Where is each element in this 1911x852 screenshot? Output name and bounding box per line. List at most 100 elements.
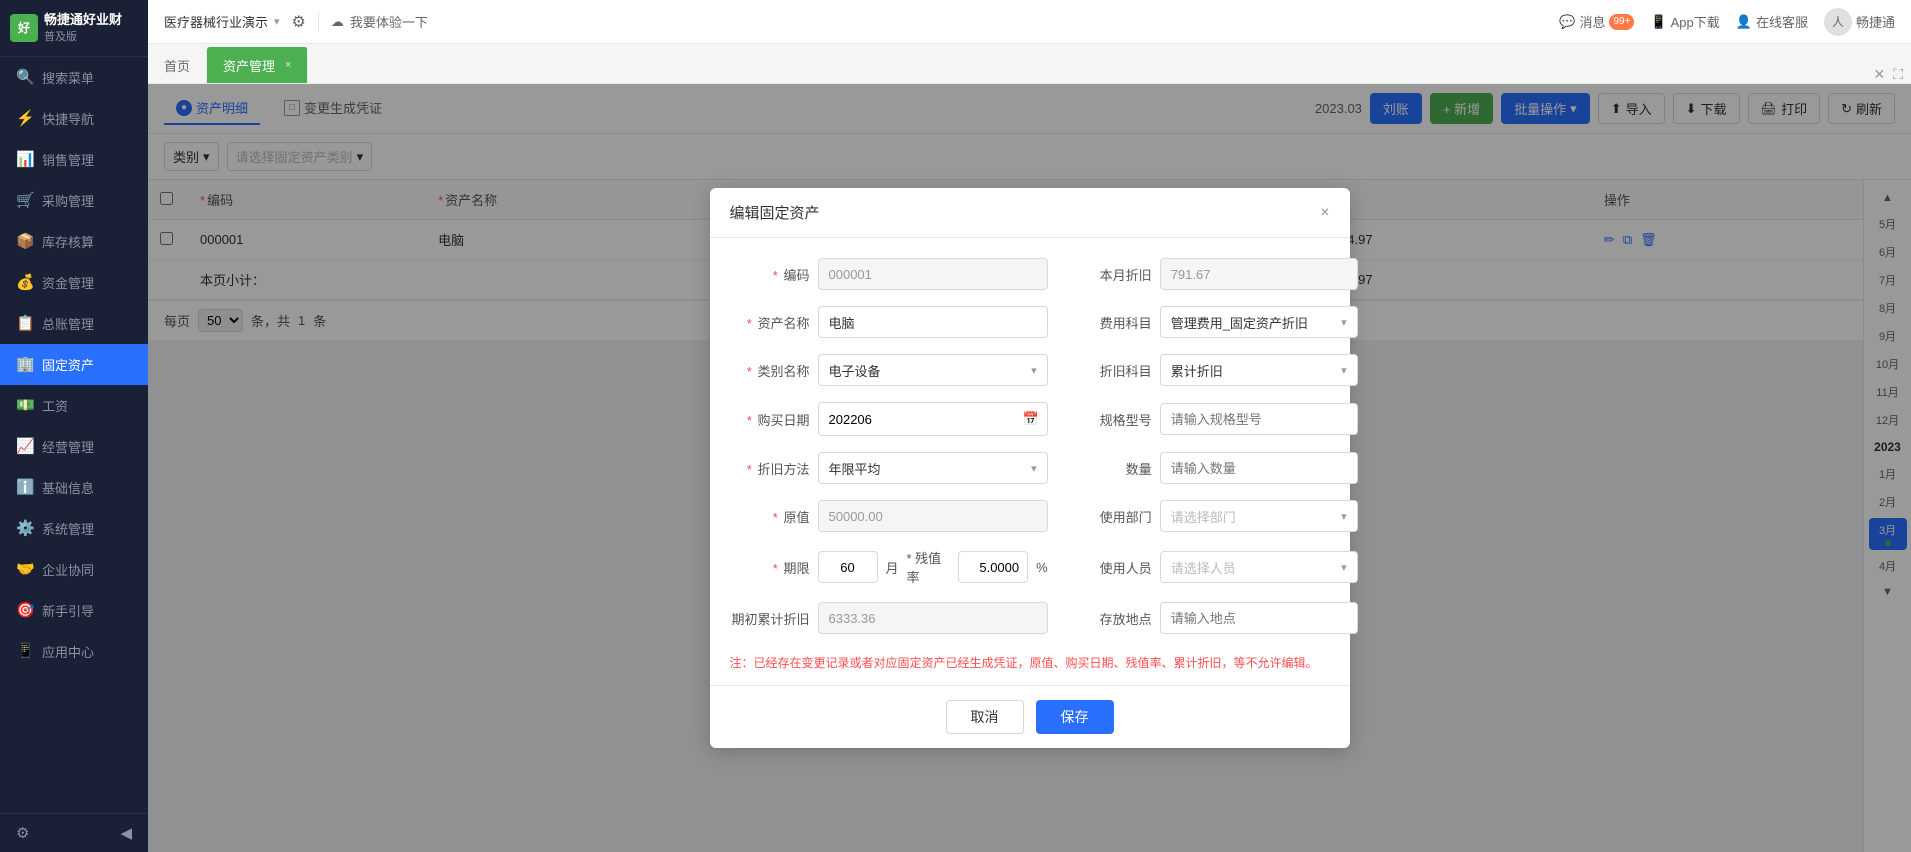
- online-support-btn[interactable]: 👤 在线客服: [1736, 12, 1808, 31]
- name-label: * 资产名称: [730, 313, 810, 332]
- demo-name: 医疗器械行业演示: [164, 12, 268, 31]
- sidebar-item-ledger[interactable]: 📋 总账管理: [0, 303, 148, 344]
- sidebar-item-payroll[interactable]: 💵 工资: [0, 385, 148, 426]
- sidebar-item-finance[interactable]: 💰 资金管理: [0, 262, 148, 303]
- modal-title: 编辑固定资产: [730, 202, 820, 223]
- save-button[interactable]: 保存: [1036, 700, 1114, 734]
- spec-input[interactable]: [1160, 403, 1358, 435]
- sidebar: 好 畅捷通好业财 普及版 🔍 搜索菜单 ⚡ 快捷导航 📊 销售管理 🛒: [0, 0, 148, 852]
- residual-rate-input[interactable]: [958, 551, 1028, 583]
- user-menu[interactable]: 人 畅捷通: [1824, 8, 1895, 36]
- field-spec: 规格型号: [1072, 402, 1358, 436]
- tab-expand-btn[interactable]: ⛶: [1893, 66, 1903, 83]
- sidebar-footer: ⚙ ◀: [0, 813, 148, 852]
- term-input[interactable]: [818, 551, 878, 583]
- sidebar-item-search[interactable]: 🔍 搜索菜单: [0, 57, 148, 98]
- notifications-btn[interactable]: 💬 消息 99+: [1559, 12, 1634, 31]
- logo-icon: 好: [10, 14, 38, 42]
- name-input[interactable]: [818, 306, 1048, 338]
- dep-method-select[interactable]: 年限平均 ▾: [818, 452, 1048, 484]
- sidebar-item-guide[interactable]: 🎯 新手引导: [0, 590, 148, 631]
- spec-label: 规格型号: [1072, 410, 1152, 429]
- original-value-input[interactable]: [818, 500, 1048, 532]
- user-select[interactable]: 请选择人员 ▾: [1160, 551, 1358, 583]
- dep-subject-select[interactable]: 累计折旧 ▾: [1160, 354, 1358, 386]
- collapse-icon[interactable]: ◀: [120, 824, 132, 842]
- field-location: 存放地点: [1072, 602, 1358, 634]
- sidebar-item-purchase[interactable]: 🛒 采购管理: [0, 180, 148, 221]
- category-select[interactable]: 电子设备 ▾: [818, 354, 1048, 386]
- user-label: 使用人员: [1072, 558, 1152, 577]
- sidebar-item-sales[interactable]: 📊 销售管理: [0, 139, 148, 180]
- content-area: ● 资产明细 □ 变更生成凭证 2023.03 刘账: [148, 84, 1911, 852]
- sidebar-nav: 🔍 搜索菜单 ⚡ 快捷导航 📊 销售管理 🛒 采购管理 📦 库存核算 💰: [0, 57, 148, 813]
- sidebar-item-appcenter[interactable]: 📱 应用中心: [0, 631, 148, 672]
- opening-dep-input[interactable]: [818, 602, 1048, 634]
- app-download-label: App下载: [1671, 12, 1720, 31]
- online-support-label: 在线客服: [1756, 12, 1808, 31]
- topbar-settings-icon[interactable]: ⚙: [292, 12, 306, 32]
- demo-arrow-icon: ▾: [274, 15, 280, 28]
- purchase-date-picker[interactable]: 📅: [818, 402, 1048, 436]
- sidebar-item-basicinfo[interactable]: ℹ️ 基础信息: [0, 467, 148, 508]
- residual-rate-label: * 残值率: [907, 548, 951, 586]
- settings-icon[interactable]: ⚙: [16, 824, 29, 842]
- field-user: 使用人员 请选择人员 ▾: [1072, 548, 1358, 586]
- purchase-icon: 🛒: [16, 191, 34, 209]
- sidebar-item-fixedasset[interactable]: 🏢 固定资产: [0, 344, 148, 385]
- sysadmin-icon: ⚙️: [16, 519, 34, 537]
- main-content: 医疗器械行业演示 ▾ ⚙ ☁ 我要体验一下 💬 消息 99+ 📱 App下载: [148, 0, 1911, 852]
- operations-icon: 📈: [16, 437, 34, 455]
- search-icon: 🔍: [16, 68, 34, 86]
- opening-dep-label: 期初累计折旧: [730, 609, 810, 628]
- department-arrow: ▾: [1341, 510, 1347, 523]
- user-placeholder: 请选择人员: [1171, 558, 1236, 577]
- modal-close-btn[interactable]: ×: [1320, 204, 1329, 222]
- dep-method-label: * 折旧方法: [730, 459, 810, 478]
- location-input[interactable]: [1160, 602, 1358, 634]
- field-category: * 类别名称 电子设备 ▾: [730, 354, 1048, 386]
- inventory-icon: 📦: [16, 232, 34, 250]
- tab-home[interactable]: 首页: [148, 47, 207, 83]
- monthly-dep-input[interactable]: [1160, 258, 1358, 290]
- experience-btn[interactable]: ☁ 我要体验一下: [331, 12, 428, 31]
- topbar-divider: [318, 12, 319, 32]
- tab-close-btn[interactable]: ✕: [1873, 66, 1885, 83]
- expense-subject-arrow: ▾: [1341, 316, 1347, 329]
- sidebar-logo: 好 畅捷通好业财 普及版: [10, 12, 138, 44]
- topbar-right: 💬 消息 99+ 📱 App下载 👤 在线客服 人 畅捷通: [1559, 8, 1895, 36]
- payroll-icon: 💵: [16, 396, 34, 414]
- cancel-button[interactable]: 取消: [946, 700, 1024, 734]
- quantity-input[interactable]: [1160, 452, 1358, 484]
- field-dep-method: * 折旧方法 年限平均 ▾: [730, 452, 1048, 484]
- code-input[interactable]: [818, 258, 1048, 290]
- field-original-value: * 原值: [730, 500, 1048, 532]
- sidebar-item-operations[interactable]: 📈 经营管理: [0, 426, 148, 467]
- tab-asset-close-icon[interactable]: ×: [285, 59, 291, 71]
- sidebar-item-quicknav[interactable]: ⚡ 快捷导航: [0, 98, 148, 139]
- ledger-icon: 📋: [16, 314, 34, 332]
- category-arrow: ▾: [1031, 364, 1037, 377]
- sidebar-item-sysadmin[interactable]: ⚙️ 系统管理: [0, 508, 148, 549]
- demo-selector[interactable]: 医疗器械行业演示 ▾: [164, 12, 280, 31]
- sidebar-item-enterprise[interactable]: 🤝 企业协同: [0, 549, 148, 590]
- expense-subject-select[interactable]: 管理费用_固定资产折旧 ▾: [1160, 306, 1358, 338]
- tabs-bar: 首页 资产管理 × ✕ ⛶: [148, 44, 1911, 84]
- enterprise-icon: 🤝: [16, 560, 34, 578]
- calendar-icon[interactable]: 📅: [1015, 411, 1047, 427]
- tab-asset[interactable]: 资产管理 ×: [207, 47, 308, 83]
- department-select[interactable]: 请选择部门 ▾: [1160, 500, 1358, 532]
- field-monthly-dep: 本月折旧: [1072, 258, 1358, 290]
- topbar: 医疗器械行业演示 ▾ ⚙ ☁ 我要体验一下 💬 消息 99+ 📱 App下载: [148, 0, 1911, 44]
- original-value-label: * 原值: [730, 507, 810, 526]
- sidebar-item-inventory[interactable]: 📦 库存核算: [0, 221, 148, 262]
- category-label: * 类别名称: [730, 361, 810, 380]
- department-placeholder: 请选择部门: [1171, 507, 1236, 526]
- purchase-date-input[interactable]: [819, 403, 1015, 435]
- fixedasset-icon: 🏢: [16, 355, 34, 373]
- user-arrow: ▾: [1341, 561, 1347, 574]
- app-download-btn[interactable]: 📱 App下载: [1650, 12, 1719, 31]
- modal-overlay: 编辑固定资产 × * 编码: [148, 84, 1911, 852]
- expense-subject-label: 费用科目: [1072, 313, 1152, 332]
- bell-icon: 💬: [1559, 14, 1575, 30]
